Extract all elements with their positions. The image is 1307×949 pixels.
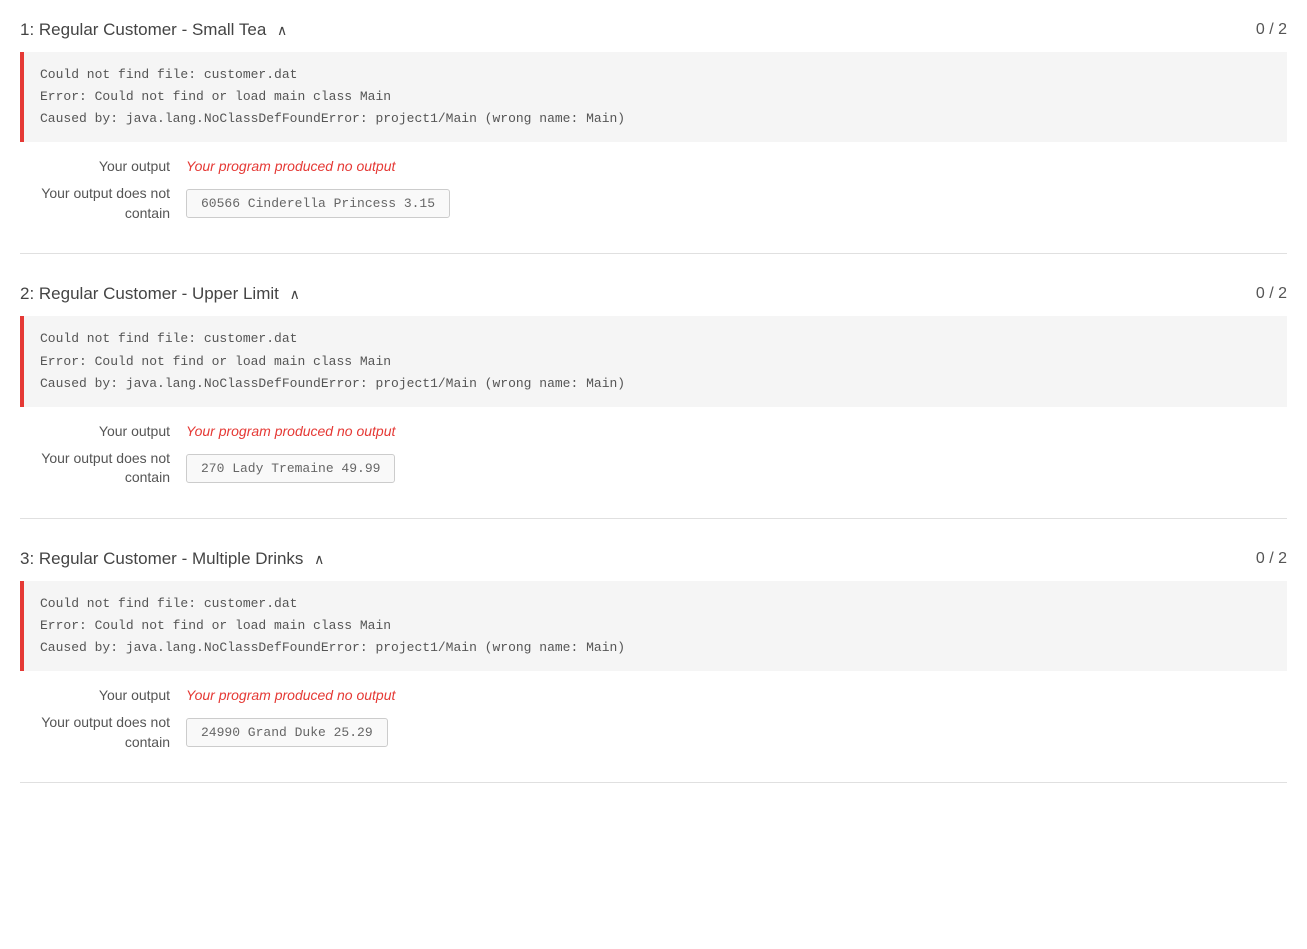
does-not-contain-value-2: 270 Lady Tremaine 49.99 <box>186 454 395 483</box>
your-output-value-2: Your program produced no output <box>186 423 395 439</box>
test-case-header-2: 2: Regular Customer - Upper Limit ∧ 0 / 2 <box>20 284 1287 304</box>
contains-row-2: Your output does notcontain 270 Lady Trem… <box>40 449 1287 488</box>
does-not-contain-label-2: Your output does notcontain <box>40 449 170 488</box>
your-output-label-2: Your output <box>40 423 170 439</box>
test-case-score-3: 0 / 2 <box>1256 550 1287 568</box>
error-line: Error: Could not find or load main class… <box>40 615 1271 637</box>
error-line: Caused by: java.lang.NoClassDefFoundErro… <box>40 637 1271 659</box>
chevron-up-icon: ∧ <box>290 286 300 302</box>
chevron-up-icon: ∧ <box>314 551 324 567</box>
error-line: Could not find file: customer.dat <box>40 328 1271 350</box>
error-line: Could not find file: customer.dat <box>40 593 1271 615</box>
contains-row-1: Your output does notcontain 60566 Cindere… <box>40 184 1287 223</box>
your-output-label-3: Your output <box>40 687 170 703</box>
error-block-2: Could not find file: customer.datError: … <box>20 316 1287 406</box>
error-line: Error: Could not find or load main class… <box>40 351 1271 373</box>
test-case-3: 3: Regular Customer - Multiple Drinks ∧ 0… <box>20 549 1287 783</box>
error-block-3: Could not find file: customer.datError: … <box>20 581 1287 671</box>
your-output-label-1: Your output <box>40 158 170 174</box>
does-not-contain-value-1: 60566 Cinderella Princess 3.15 <box>186 189 450 218</box>
error-block-1: Could not find file: customer.datError: … <box>20 52 1287 142</box>
output-row-2: Your output Your program produced no outp… <box>40 423 1287 439</box>
test-case-score-2: 0 / 2 <box>1256 285 1287 303</box>
error-line: Caused by: java.lang.NoClassDefFoundErro… <box>40 373 1271 395</box>
test-case-title-1[interactable]: 1: Regular Customer - Small Tea ∧ <box>20 20 287 40</box>
does-not-contain-value-3: 24990 Grand Duke 25.29 <box>186 718 388 747</box>
test-case-title-3[interactable]: 3: Regular Customer - Multiple Drinks ∧ <box>20 549 324 569</box>
output-row-3: Your output Your program produced no outp… <box>40 687 1287 703</box>
output-row-1: Your output Your program produced no outp… <box>40 158 1287 174</box>
test-case-title-2[interactable]: 2: Regular Customer - Upper Limit ∧ <box>20 284 300 304</box>
test-case-2: 2: Regular Customer - Upper Limit ∧ 0 / 2… <box>20 284 1287 518</box>
does-not-contain-label-1: Your output does notcontain <box>40 184 170 223</box>
error-line: Could not find file: customer.dat <box>40 64 1271 86</box>
your-output-value-1: Your program produced no output <box>186 158 395 174</box>
error-line: Caused by: java.lang.NoClassDefFoundErro… <box>40 108 1271 130</box>
error-line: Error: Could not find or load main class… <box>40 86 1271 108</box>
test-case-header-3: 3: Regular Customer - Multiple Drinks ∧ 0… <box>20 549 1287 569</box>
your-output-value-3: Your program produced no output <box>186 687 395 703</box>
test-case-header-1: 1: Regular Customer - Small Tea ∧ 0 / 2 <box>20 20 1287 40</box>
test-case-1: 1: Regular Customer - Small Tea ∧ 0 / 2 Co… <box>20 20 1287 254</box>
does-not-contain-label-3: Your output does notcontain <box>40 713 170 752</box>
contains-row-3: Your output does notcontain 24990 Grand D… <box>40 713 1287 752</box>
test-case-score-1: 0 / 2 <box>1256 21 1287 39</box>
chevron-up-icon: ∧ <box>277 22 287 38</box>
